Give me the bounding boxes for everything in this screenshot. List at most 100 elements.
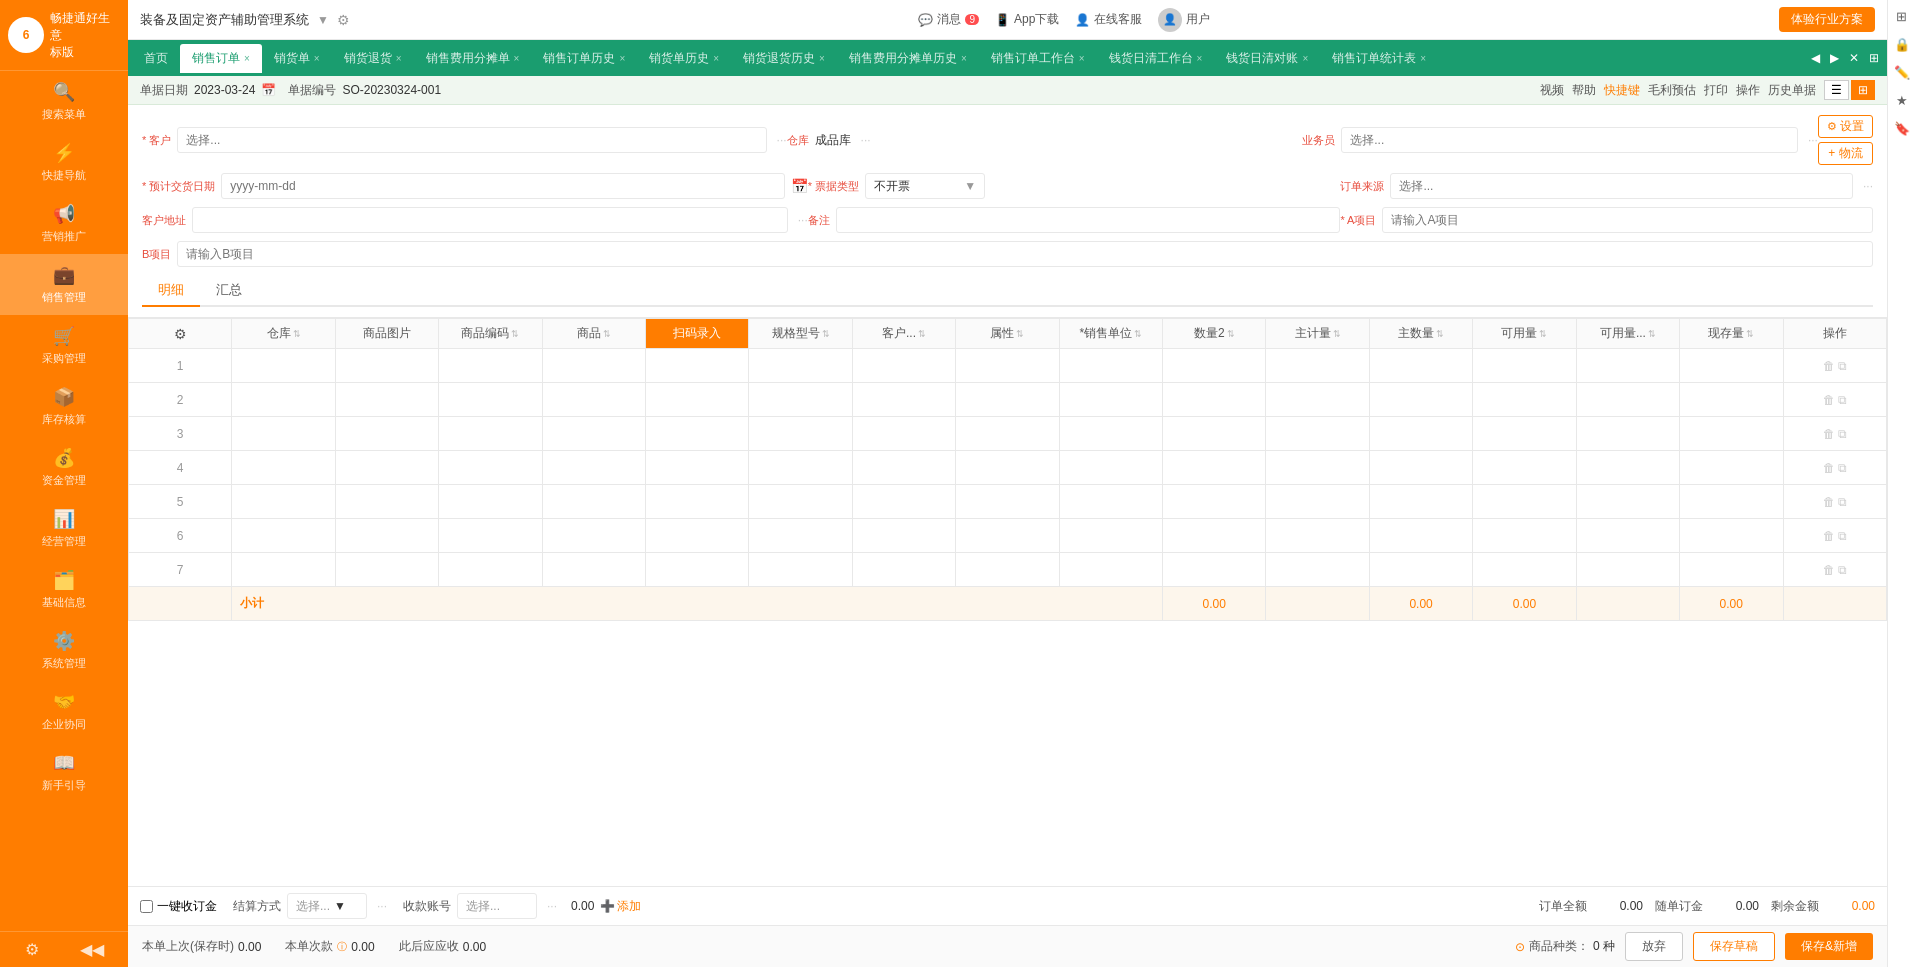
cell-5-attr[interactable]: [956, 485, 1059, 519]
nav-tab-8[interactable]: 销售费用分摊单历史×: [837, 44, 979, 73]
cell-1-main_uom[interactable]: [1266, 349, 1369, 383]
calendar-icon[interactable]: 📅: [261, 83, 276, 97]
cell-1-avail2[interactable]: [1576, 349, 1679, 383]
cell-1-main_qty[interactable]: [1369, 349, 1472, 383]
address-more-icon[interactable]: ···: [798, 213, 808, 227]
cell-6-unit[interactable]: [1059, 519, 1162, 553]
cell-3-code[interactable]: [439, 417, 542, 451]
cell-6-main_uom[interactable]: [1266, 519, 1369, 553]
tab-close-6[interactable]: ×: [713, 53, 719, 64]
sort-icon-code[interactable]: ⇅: [511, 329, 519, 339]
cell-4-image[interactable]: [335, 451, 438, 485]
copy-row-2-icon[interactable]: ⧉: [1838, 393, 1847, 407]
cell-4-stock[interactable]: [1680, 451, 1783, 485]
cell-7-code[interactable]: [439, 553, 542, 587]
cell-7-warehouse[interactable]: [232, 553, 335, 587]
cell-5-code[interactable]: [439, 485, 542, 519]
cell-4-main_uom[interactable]: [1266, 451, 1369, 485]
cell-5-image[interactable]: [335, 485, 438, 519]
cell-3-image[interactable]: [335, 417, 438, 451]
cell-3-name[interactable]: [542, 417, 645, 451]
cell-1-code[interactable]: [439, 349, 542, 383]
cell-2-stock[interactable]: [1680, 383, 1783, 417]
sidebar-item-purchase[interactable]: 🛒采购管理: [0, 315, 128, 376]
cell-5-main_uom[interactable]: [1266, 485, 1369, 519]
cell-3-main_uom[interactable]: [1266, 417, 1369, 451]
copy-row-4-icon[interactable]: ⧉: [1838, 461, 1847, 475]
copy-row-6-icon[interactable]: ⧉: [1838, 529, 1847, 543]
sidebar-item-enterprise[interactable]: 🤝企业协同: [0, 681, 128, 742]
warehouse-more-icon[interactable]: ···: [861, 133, 871, 147]
cell-5-scan[interactable]: [646, 485, 749, 519]
cell-1-qty2[interactable]: [1163, 349, 1266, 383]
cell-4-scan[interactable]: [646, 451, 749, 485]
staff-more-icon[interactable]: ···: [1808, 133, 1818, 147]
sort-icon-main_uom[interactable]: ⇅: [1333, 329, 1341, 339]
tab-close-7[interactable]: ×: [819, 53, 825, 64]
online-service-btn[interactable]: 👤 在线客服: [1075, 11, 1142, 28]
sidebar-item-inventory[interactable]: 📦库存核算: [0, 376, 128, 437]
tab-close-5[interactable]: ×: [619, 53, 625, 64]
cell-4-unit[interactable]: [1059, 451, 1162, 485]
th-scan[interactable]: 扫码录入: [646, 319, 749, 349]
cell-1-unit[interactable]: [1059, 349, 1162, 383]
cell-4-spec[interactable]: [749, 451, 852, 485]
sidebar-item-operations[interactable]: 📊经营管理: [0, 498, 128, 559]
cell-3-attr[interactable]: [956, 417, 1059, 451]
cell-7-avail2[interactable]: [1576, 553, 1679, 587]
sort-icon-spec[interactable]: ⇅: [822, 329, 830, 339]
sort-icon-avail[interactable]: ⇅: [1539, 329, 1547, 339]
cell-7-cust_code[interactable]: [852, 553, 955, 587]
tab-close-9[interactable]: ×: [1079, 53, 1085, 64]
cell-3-warehouse[interactable]: [232, 417, 335, 451]
cell-1-spec[interactable]: [749, 349, 852, 383]
cell-3-avail2[interactable]: [1576, 417, 1679, 451]
sort-icon-attr[interactable]: ⇅: [1016, 329, 1024, 339]
detail-tab-0[interactable]: 明细: [142, 275, 200, 307]
add-logistics-btn[interactable]: + 物流: [1818, 142, 1873, 165]
cell-2-scan[interactable]: [646, 383, 749, 417]
cell-1-avail[interactable]: [1473, 349, 1576, 383]
cell-7-name[interactable]: [542, 553, 645, 587]
cell-7-avail[interactable]: [1473, 553, 1576, 587]
cell-2-avail[interactable]: [1473, 383, 1576, 417]
discard-btn[interactable]: 放弃: [1625, 932, 1683, 961]
nav-tab-6[interactable]: 销货单历史×: [637, 44, 731, 73]
cell-3-unit[interactable]: [1059, 417, 1162, 451]
nav-tab-5[interactable]: 销售订单历史×: [531, 44, 637, 73]
nav-tab-7[interactable]: 销货退货历史×: [731, 44, 837, 73]
cell-2-unit[interactable]: [1059, 383, 1162, 417]
nav-tab-9[interactable]: 销售订单工作台×: [979, 44, 1097, 73]
cell-7-unit[interactable]: [1059, 553, 1162, 587]
tab-close-1[interactable]: ×: [244, 53, 250, 64]
cell-2-name[interactable]: [542, 383, 645, 417]
toolbar-action-help[interactable]: 帮助: [1572, 82, 1596, 99]
date-value[interactable]: 2023-03-24: [194, 83, 255, 97]
cell-6-warehouse[interactable]: [232, 519, 335, 553]
cell-6-stock[interactable]: [1680, 519, 1783, 553]
tab-close-11[interactable]: ×: [1302, 53, 1308, 64]
sort-icon-cust_code[interactable]: ⇅: [918, 329, 926, 339]
cell-3-main_qty[interactable]: [1369, 417, 1472, 451]
toolbar-action-view[interactable]: 视频: [1540, 82, 1564, 99]
sidebar-item-base[interactable]: 🗂️基础信息: [0, 559, 128, 620]
payment-more-icon[interactable]: ···: [377, 899, 387, 913]
nav-tab-2[interactable]: 销货单×: [262, 44, 332, 73]
sort-icon-warehouse[interactable]: ⇅: [293, 329, 301, 339]
cell-2-avail2[interactable]: [1576, 383, 1679, 417]
cell-6-main_qty[interactable]: [1369, 519, 1472, 553]
sort-icon-qty2[interactable]: ⇅: [1227, 329, 1235, 339]
delete-row-2-icon[interactable]: 🗑: [1823, 393, 1835, 407]
sort-icon-stock[interactable]: ⇅: [1746, 329, 1754, 339]
cell-3-scan[interactable]: [646, 417, 749, 451]
nav-arrow-2[interactable]: ✕: [1845, 49, 1863, 67]
payment-select[interactable]: 选择... ▼: [287, 893, 367, 919]
nav-tab-1[interactable]: 销售订单×: [180, 44, 262, 73]
cell-3-avail[interactable]: [1473, 417, 1576, 451]
cell-5-cust_code[interactable]: [852, 485, 955, 519]
sidebar-item-search[interactable]: 🔍搜索菜单: [0, 71, 128, 132]
lock-icon[interactable]: 🔒: [1890, 32, 1914, 56]
nav-tab-11[interactable]: 钱货日清对账×: [1214, 44, 1320, 73]
cell-6-avail[interactable]: [1473, 519, 1576, 553]
list-view-btn[interactable]: ☰: [1824, 80, 1849, 100]
